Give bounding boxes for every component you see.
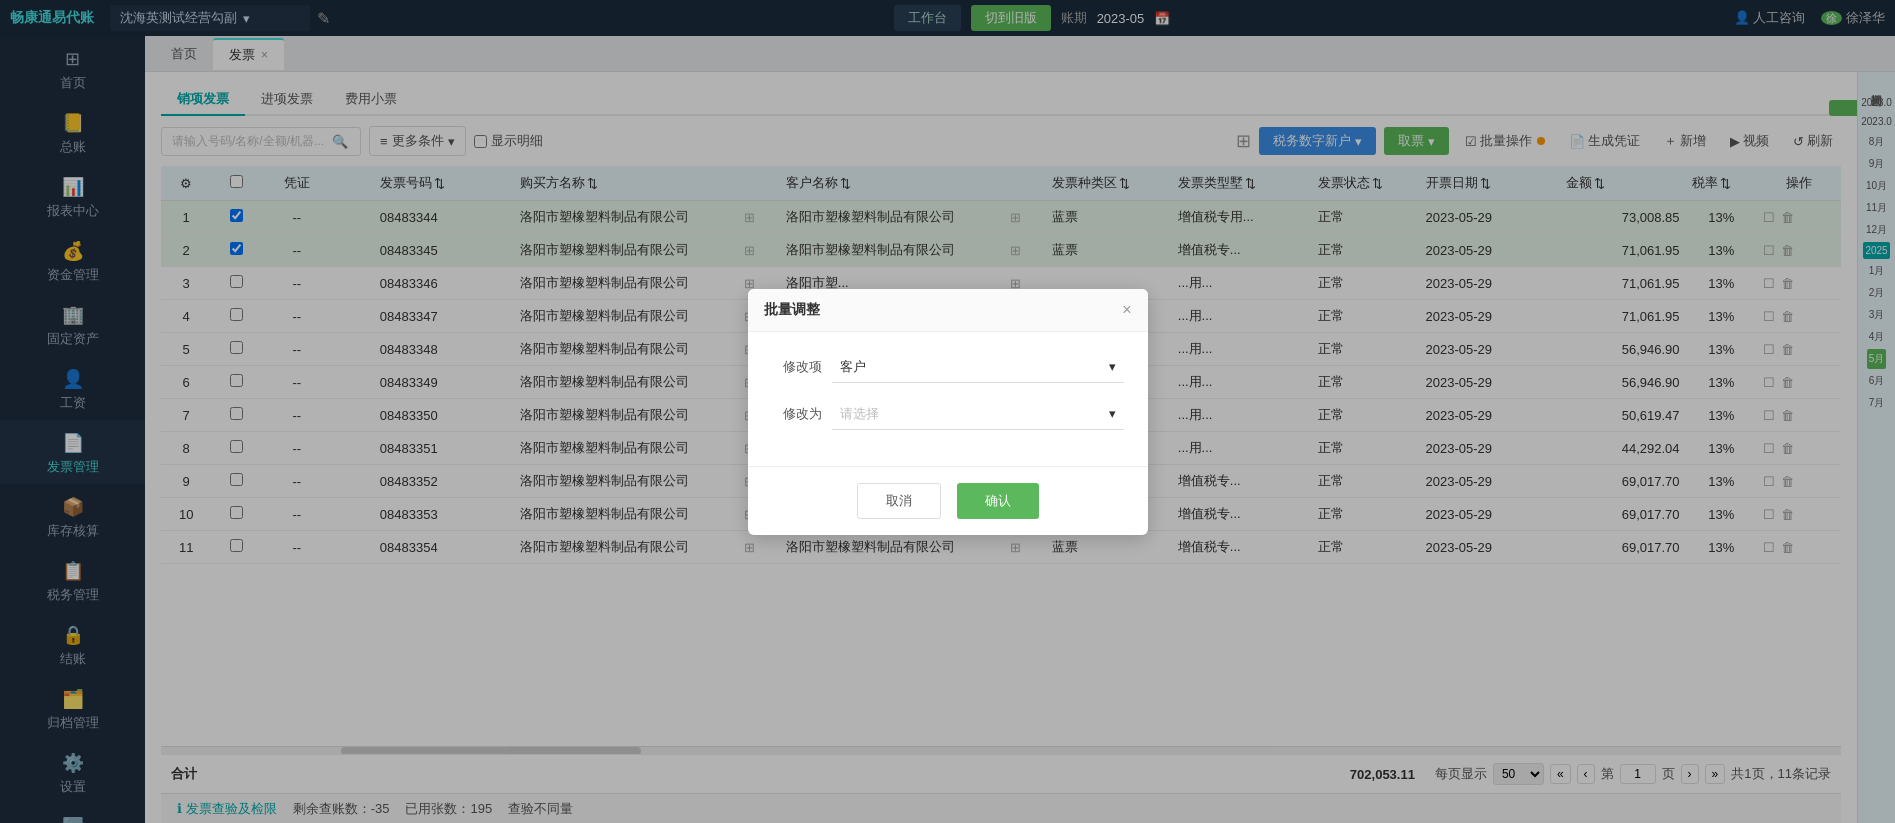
modal-title: 批量调整 (764, 301, 820, 319)
modify-value-label: 修改为 (772, 405, 822, 423)
modal-footer: 取消 确认 (748, 466, 1148, 535)
modal-modify-value-row: 修改为 请选择 ▾ (772, 399, 1124, 430)
modal-body: 修改项 客户 ▾ 修改为 请选择 ▾ (748, 332, 1148, 466)
modify-field-dropdown-icon: ▾ (1109, 359, 1116, 374)
modal-overlay: 批量调整 × 修改项 客户 ▾ 修改为 请选择 ▾ 取消 确认 (0, 0, 1895, 823)
batch-adjust-modal: 批量调整 × 修改项 客户 ▾ 修改为 请选择 ▾ 取消 确认 (748, 289, 1148, 535)
modal-cancel-btn[interactable]: 取消 (857, 483, 941, 519)
modify-value-placeholder: 请选择 (840, 405, 879, 423)
modal-modify-field-row: 修改项 客户 ▾ (772, 352, 1124, 383)
modify-field-select[interactable]: 客户 ▾ (832, 352, 1124, 383)
modify-field-value: 客户 (840, 358, 866, 376)
modify-value-dropdown-icon: ▾ (1109, 406, 1116, 421)
modal-close-btn[interactable]: × (1122, 301, 1131, 319)
modal-header: 批量调整 × (748, 289, 1148, 332)
modify-value-select[interactable]: 请选择 ▾ (832, 399, 1124, 430)
modify-field-label: 修改项 (772, 358, 822, 376)
modal-confirm-btn[interactable]: 确认 (957, 483, 1039, 519)
